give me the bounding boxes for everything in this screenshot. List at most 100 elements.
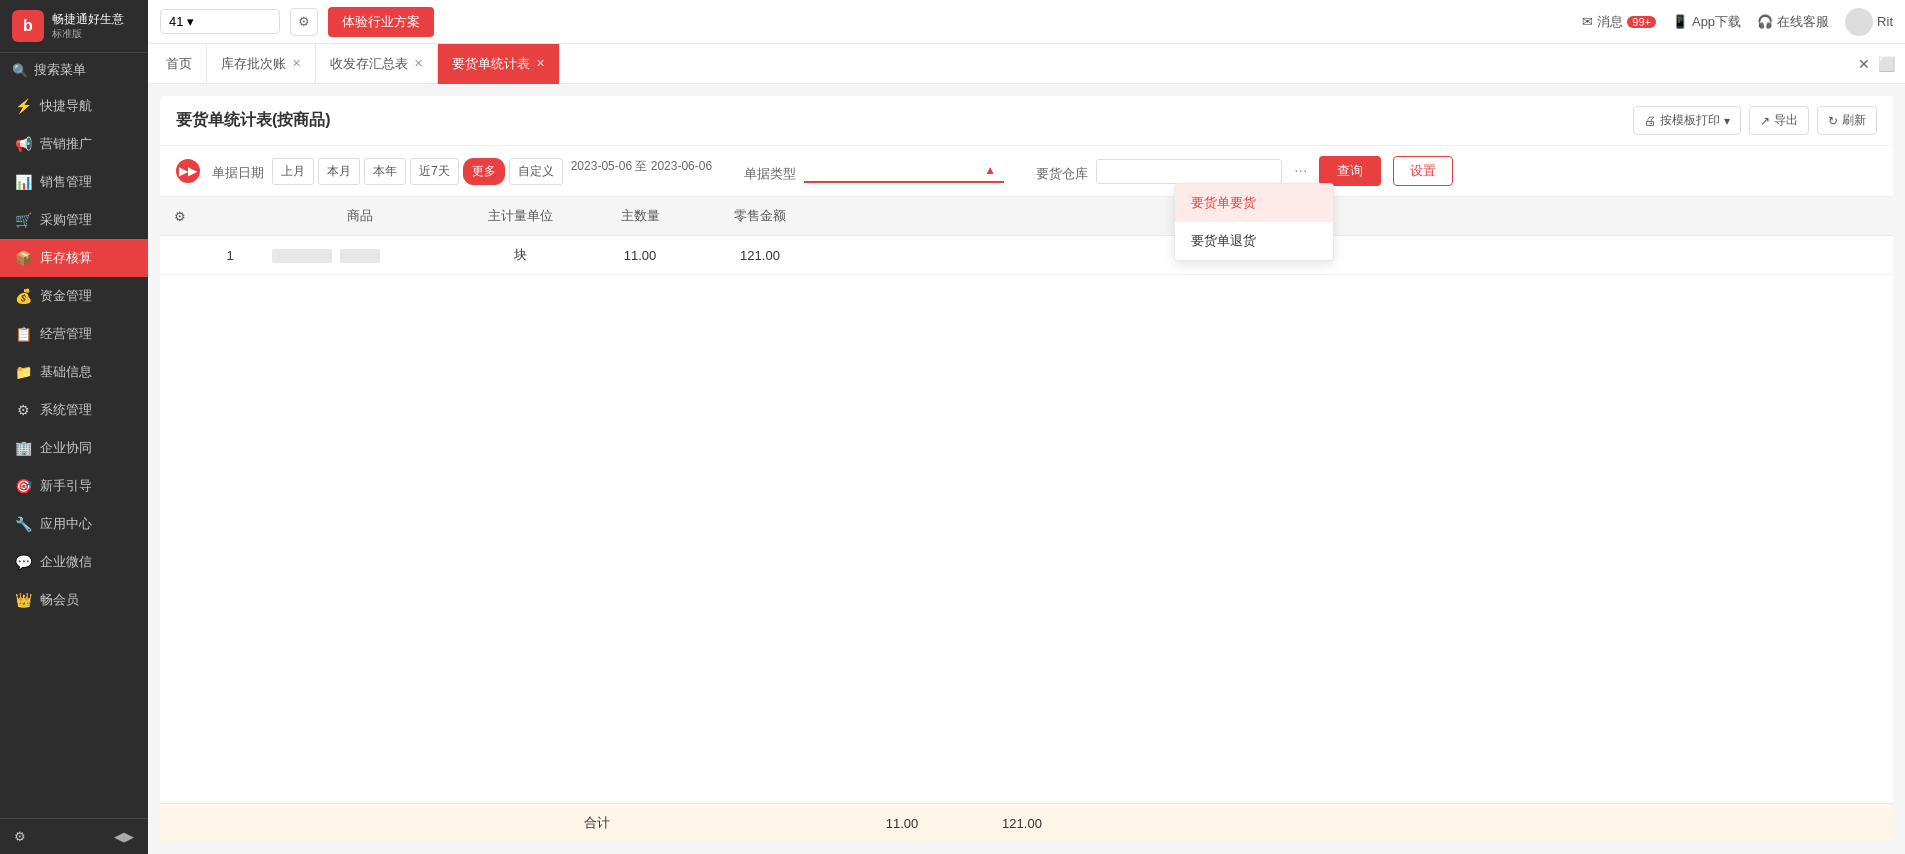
sidebar-settings-icon[interactable]: ⚙ <box>14 829 26 844</box>
date-filter-group: 单据日期 上月 本月 本年 近7天 更多 自定义 2023-05-06 至 20… <box>212 158 712 185</box>
sidebar-item-sales[interactable]: 📊 销售管理 <box>0 163 148 201</box>
tab-bar-actions: ✕ ⬜ <box>1858 56 1895 72</box>
warehouse-filter-group: 要货仓库 ··· <box>1036 159 1307 184</box>
close-window-icon[interactable]: ✕ <box>1858 56 1870 72</box>
user-profile[interactable]: Rit <box>1845 8 1893 36</box>
trial-button[interactable]: 体验行业方案 <box>328 7 434 37</box>
sidebar-item-purchase[interactable]: 🛒 采购管理 <box>0 201 148 239</box>
custom-date-btn[interactable]: 自定义 <box>509 158 563 185</box>
headset-icon: 🎧 <box>1757 14 1773 29</box>
tab-inventory-batch[interactable]: 库存批次账 ✕ <box>207 44 316 84</box>
sales-icon: 📊 <box>14 174 32 190</box>
online-service-action[interactable]: 🎧 在线客服 <box>1757 13 1829 31</box>
message-icon: ✉ <box>1582 14 1593 29</box>
type-filter-label: 单据类型 <box>744 159 796 183</box>
settings-filter-button[interactable]: 设置 <box>1393 156 1453 186</box>
export-button[interactable]: ↗ 导出 <box>1749 106 1809 135</box>
this-month-btn[interactable]: 本月 <box>318 158 360 185</box>
expand-filter-button[interactable]: ▶▶ <box>176 159 200 183</box>
tab-collect-summary[interactable]: 收发存汇总表 ✕ <box>316 44 438 84</box>
warehouse-filter-label: 要货仓库 <box>1036 159 1088 183</box>
inventory-icon: 📦 <box>14 250 32 266</box>
sidebar-search[interactable]: 🔍 搜索菜单 <box>0 53 148 87</box>
type-select-box[interactable]: ▲ <box>804 159 1004 183</box>
date-filter-label: 单据日期 <box>212 158 264 182</box>
sidebar-item-label: 畅会员 <box>40 591 79 609</box>
sidebar-nav: ⚡ 快捷导航 📢 营销推广 📊 销售管理 🛒 采购管理 📦 库存核算 💰 资金管… <box>0 87 148 818</box>
app-download-action[interactable]: 📱 App下载 <box>1672 13 1741 31</box>
sidebar-item-label: 销售管理 <box>40 173 92 191</box>
sidebar-item-label: 快捷导航 <box>40 97 92 115</box>
basic-icon: 📁 <box>14 364 32 380</box>
warehouse-input[interactable] <box>1096 159 1282 184</box>
sidebar-item-finance[interactable]: 💰 资金管理 <box>0 277 148 315</box>
dropdown-item-purchase[interactable]: 要货单要货 <box>1175 184 1333 222</box>
user-name: Rit <box>1877 14 1893 29</box>
more-date-btn[interactable]: 更多 <box>463 158 505 185</box>
sidebar-item-inventory[interactable]: 📦 库存核算 <box>0 239 148 277</box>
sidebar-item-wechat[interactable]: 💬 企业微信 <box>0 543 148 581</box>
dropdown-item-return[interactable]: 要货单退货 <box>1175 222 1333 260</box>
tab-collect-summary-close[interactable]: ✕ <box>414 57 423 70</box>
store-selector[interactable]: 41 ▾ <box>160 9 280 34</box>
type-filter-group: 单据类型 ▲ 要货单要货 要货单退货 <box>744 159 1004 183</box>
sidebar-item-label: 企业微信 <box>40 553 92 571</box>
data-table: ⚙ 商品 主计量单位 主数量 零售金额 1 <box>160 197 1893 275</box>
sidebar: b 畅捷通好生意 标准版 🔍 搜索菜单 ⚡ 快捷导航 📢 营销推广 📊 销售管理… <box>0 0 148 854</box>
sidebar-item-label: 营销推广 <box>40 135 92 153</box>
operation-icon: 📋 <box>14 326 32 342</box>
query-button[interactable]: 查询 <box>1319 156 1381 186</box>
type-select-arrow-icon: ▲ <box>984 163 996 177</box>
row-amount-cell: 121.00 <box>700 236 820 275</box>
row-product-cell <box>260 236 460 275</box>
row-extra-cell <box>820 236 1893 275</box>
expand-window-icon[interactable]: ⬜ <box>1878 56 1895 72</box>
sidebar-item-marketing[interactable]: 📢 营销推广 <box>0 125 148 163</box>
phone-icon: 📱 <box>1672 14 1688 29</box>
sidebar-item-label: 新手引导 <box>40 477 92 495</box>
row-settings-cell <box>160 236 200 275</box>
page-header: 要货单统计表(按商品) 🖨 按模板打印 ▾ ↗ 导出 ↻ 刷新 <box>160 96 1893 146</box>
print-arrow-icon: ▾ <box>1724 114 1730 128</box>
refresh-label: 刷新 <box>1842 112 1866 129</box>
row-quantity-cell: 11.00 <box>580 236 700 275</box>
7days-btn[interactable]: 近7天 <box>410 158 459 185</box>
tab-order-summary-close[interactable]: ✕ <box>536 57 545 70</box>
page-card: 要货单统计表(按商品) 🖨 按模板打印 ▾ ↗ 导出 ↻ 刷新 <box>160 96 1893 842</box>
col-settings[interactable]: ⚙ <box>160 197 200 236</box>
date-buttons: 上月 本月 本年 近7天 更多 自定义 <box>272 158 563 185</box>
sidebar-item-quick-nav[interactable]: ⚡ 快捷导航 <box>0 87 148 125</box>
store-number: 41 <box>169 14 183 29</box>
tab-bar: 首页 库存批次账 ✕ 收发存汇总表 ✕ 要货单统计表 ✕ ✕ ⬜ <box>148 44 1905 84</box>
last-month-btn[interactable]: 上月 <box>272 158 314 185</box>
member-icon: 👑 <box>14 592 32 608</box>
sidebar-item-member[interactable]: 👑 畅会员 <box>0 581 148 619</box>
sidebar-item-operation[interactable]: 📋 经营管理 <box>0 315 148 353</box>
purchase-icon: 🛒 <box>14 212 32 228</box>
tab-home[interactable]: 首页 <box>158 44 207 84</box>
sidebar-item-system[interactable]: ⚙ 系统管理 <box>0 391 148 429</box>
export-icon: ↗ <box>1760 114 1770 128</box>
page-title: 要货单统计表(按商品) <box>176 110 331 131</box>
sidebar-item-label: 应用中心 <box>40 515 92 533</box>
more-filter-icon[interactable]: ··· <box>1294 162 1307 180</box>
sidebar-item-basic[interactable]: 📁 基础信息 <box>0 353 148 391</box>
refresh-button[interactable]: ↻ 刷新 <box>1817 106 1877 135</box>
this-year-btn[interactable]: 本年 <box>364 158 406 185</box>
sidebar-item-appstore[interactable]: 🔧 应用中心 <box>0 505 148 543</box>
message-action[interactable]: ✉ 消息 99+ <box>1582 13 1656 31</box>
sidebar-logo: b 畅捷通好生意 标准版 <box>0 0 148 53</box>
sidebar-item-label: 经营管理 <box>40 325 92 343</box>
gear-button[interactable]: ⚙ <box>290 8 318 36</box>
col-unit: 主计量单位 <box>460 197 580 236</box>
enterprise-icon: 🏢 <box>14 440 32 456</box>
sidebar-item-enterprise[interactable]: 🏢 企业协同 <box>0 429 148 467</box>
table-row: 1 块 11.00 121.00 <box>160 236 1893 275</box>
print-button[interactable]: 🖨 按模板打印 ▾ <box>1633 106 1741 135</box>
tab-order-summary[interactable]: 要货单统计表 ✕ <box>438 44 560 84</box>
sidebar-item-label: 企业协同 <box>40 439 92 457</box>
sidebar-item-guide[interactable]: 🎯 新手引导 <box>0 467 148 505</box>
tab-inventory-batch-close[interactable]: ✕ <box>292 57 301 70</box>
sidebar-collapse-button[interactable]: ◀▶ <box>114 829 134 844</box>
filter-bar: ▶▶ 单据日期 上月 本月 本年 近7天 更多 自定义 2023-05-06 至… <box>160 146 1893 197</box>
